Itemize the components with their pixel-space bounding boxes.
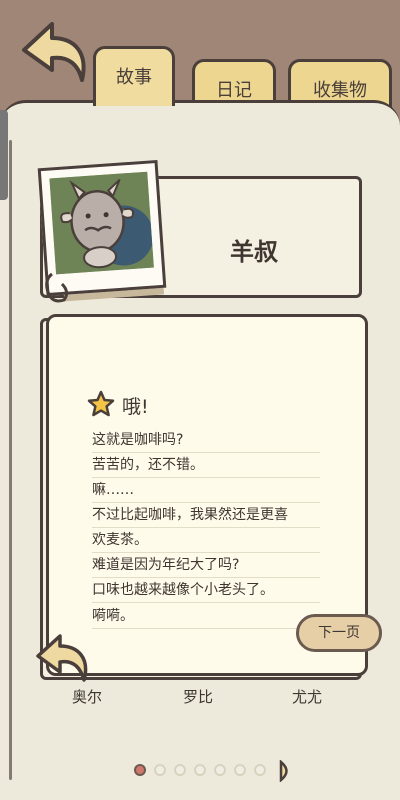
character-name: 羊叔 <box>230 238 278 266</box>
page-dot-6[interactable] <box>234 764 246 776</box>
star-icon <box>87 390 115 418</box>
dialogue-line-1: 这就是咖啡吗? <box>92 428 320 453</box>
next-arrow-icon[interactable] <box>278 759 294 783</box>
goat-avatar-icon <box>49 171 154 275</box>
next-page-button[interactable]: 下一页 <box>296 614 382 652</box>
page-dot-2[interactable] <box>154 764 166 776</box>
page-edge-scroll <box>0 110 8 200</box>
page-dot-4[interactable] <box>194 764 206 776</box>
page-dot-3[interactable] <box>174 764 186 776</box>
dialogue-line-6: 难道是因为年纪大了吗? <box>92 553 320 578</box>
dialogue-line-5: 欢麦茶。 <box>92 528 320 553</box>
dialogue-line-4: 不过比起咖啡，我果然还是更喜 <box>92 503 320 528</box>
friend-name-2[interactable]: 罗比 <box>183 686 213 707</box>
dialogue-line-8: 嗬嗬。 <box>92 604 320 629</box>
goat-portrait <box>49 171 154 275</box>
dialogue-title: 哦! <box>122 396 149 418</box>
tab-diary-label: 日记 <box>216 80 252 101</box>
back-arrow-icon <box>22 22 86 82</box>
friend-name-1[interactable]: 奥尔 <box>72 686 102 707</box>
back-arrow-small-icon <box>36 634 88 682</box>
tab-story[interactable]: 故事 <box>93 46 175 106</box>
tab-collection-label: 收集物 <box>313 80 367 101</box>
back-arrow-button[interactable] <box>18 20 90 86</box>
friend-name-3[interactable]: 尤尤 <box>292 686 322 707</box>
popup-back-button[interactable] <box>34 632 90 686</box>
dialogue-line-2: 苦苦的，还不错。 <box>92 453 320 478</box>
page-margin-line <box>9 140 12 780</box>
tab-story-label: 故事 <box>116 67 152 88</box>
dialogue-line-3: 嘛…… <box>92 478 320 503</box>
dialogue-line-7: 口味也越来越像个小老头了。 <box>92 578 320 603</box>
paper-clip-icon <box>42 270 72 308</box>
page-dot-5[interactable] <box>214 764 226 776</box>
page-dot-1[interactable] <box>134 764 146 776</box>
page-dot-7[interactable] <box>254 764 266 776</box>
